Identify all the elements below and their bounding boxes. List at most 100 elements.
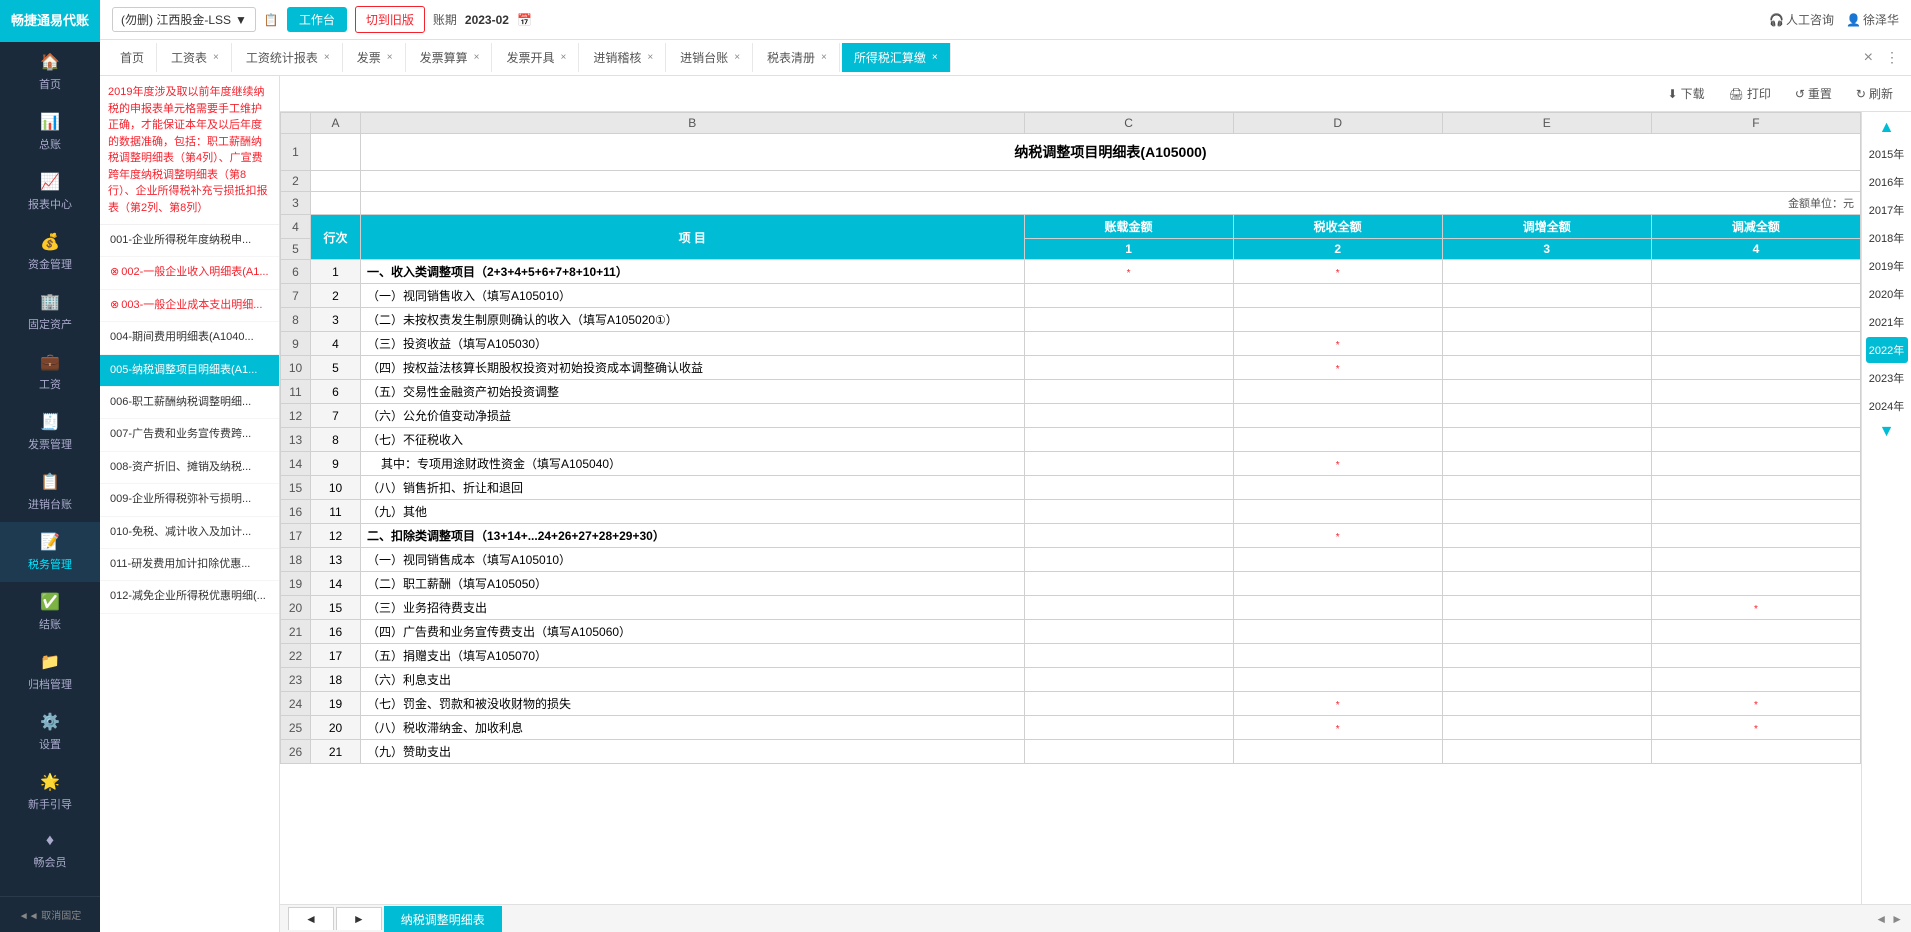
c2-14[interactable]: * [1233, 452, 1442, 476]
tab-close-invoice-calc[interactable]: × [474, 52, 480, 63]
sidebar-item-settle[interactable]: ✅ 结账 [0, 582, 100, 642]
c2-15[interactable] [1233, 476, 1442, 500]
c4-11[interactable] [1651, 380, 1860, 404]
content-10[interactable]: （四）按权益法核算长期股权投资对初始投资成本调整确认收益 [361, 356, 1025, 380]
content-18[interactable]: （一）视同销售成本（填写A105010） [361, 548, 1025, 572]
c3-23[interactable] [1442, 668, 1651, 692]
content-9[interactable]: （三）投资收益（填写A105030） [361, 332, 1025, 356]
c1-20[interactable] [1024, 596, 1233, 620]
content-12[interactable]: （六）公允价值变动净损益 [361, 404, 1025, 428]
c2-8[interactable] [1233, 308, 1442, 332]
c1-16[interactable] [1024, 500, 1233, 524]
tab-close-invoice-open[interactable]: × [560, 52, 566, 63]
table-row[interactable]: 25 20 （八）税收滞纳金、加收利息 * * [281, 716, 1861, 740]
sidebar-item-member[interactable]: ♦ 畅会员 [0, 822, 100, 880]
c3-17[interactable] [1442, 524, 1651, 548]
c3-10[interactable] [1442, 356, 1651, 380]
switch-version-button[interactable]: 切到旧版 [355, 6, 425, 33]
table-row[interactable]: 18 13 （一）视同销售成本（填写A105010） [281, 548, 1861, 572]
tab-close-purchase[interactable]: × [647, 52, 653, 63]
c2-6[interactable]: * [1233, 260, 1442, 284]
c4-21[interactable] [1651, 620, 1860, 644]
c1-22[interactable] [1024, 644, 1233, 668]
c2-16[interactable] [1233, 500, 1442, 524]
tab-close-purchase-ledger[interactable]: × [734, 52, 740, 63]
table-row[interactable]: 26 21 （九）赞助支出 [281, 740, 1861, 764]
c2-9[interactable]: * [1233, 332, 1442, 356]
year-2022[interactable]: 2022年 [1866, 337, 1908, 363]
c2-7[interactable] [1233, 284, 1442, 308]
table-row[interactable]: 20 15 （三）业务招待费支出 * [281, 596, 1861, 620]
tabbar-more-icon[interactable]: ⋮ [1881, 49, 1903, 66]
table-row[interactable]: 10 5 （四）按权益法核算长期股权投资对初始投资成本调整确认收益 * [281, 356, 1861, 380]
sidebar-item-salary[interactable]: 💼 工资 [0, 342, 100, 402]
content-15[interactable]: （八）销售折扣、折让和退回 [361, 476, 1025, 500]
content-23[interactable]: （六）利息支出 [361, 668, 1025, 692]
scroll-right-icon[interactable]: ► [1891, 912, 1903, 926]
tab-invoice-calc[interactable]: 发票算算 × [408, 43, 493, 72]
table-row[interactable]: 9 4 （三）投资收益（填写A105030） * [281, 332, 1861, 356]
content-13[interactable]: （七）不征税收入 [361, 428, 1025, 452]
c1-6[interactable]: * [1024, 260, 1233, 284]
table-row[interactable]: 12 7 （六）公允价值变动净损益 [281, 404, 1861, 428]
c3-12[interactable] [1442, 404, 1651, 428]
download-button[interactable]: ⬇ 下载 [1662, 82, 1711, 105]
tab-salary-stats[interactable]: 工资统计报表 × [234, 43, 343, 72]
c3-8[interactable] [1442, 308, 1651, 332]
sidebar-item-fixed[interactable]: 🏢 固定资产 [0, 282, 100, 342]
sidebar-item-invoice[interactable]: 🧾 发票管理 [0, 402, 100, 462]
tabbar-close-all[interactable]: × [1858, 49, 1879, 67]
sheet-tab-nav-prev[interactable]: ◄ [288, 907, 334, 930]
c4-18[interactable] [1651, 548, 1860, 572]
sheet-tab-main[interactable]: 纳税调整明细表 [384, 906, 502, 932]
content-17[interactable]: 二、扣除类调整项目（13+14+...24+26+27+28+29+30） [361, 524, 1025, 548]
c4-25[interactable]: * [1651, 716, 1860, 740]
c4-20[interactable]: * [1651, 596, 1860, 620]
table-row[interactable]: 24 19 （七）罚金、罚款和被没收财物的损失 * * [281, 692, 1861, 716]
c4-26[interactable] [1651, 740, 1860, 764]
c1-9[interactable] [1024, 332, 1233, 356]
c2-10[interactable]: * [1233, 356, 1442, 380]
c2-17[interactable]: * [1233, 524, 1442, 548]
c2-24[interactable]: * [1233, 692, 1442, 716]
table-row[interactable]: 15 10 （八）销售折扣、折让和退回 [281, 476, 1861, 500]
c2-13[interactable] [1233, 428, 1442, 452]
c2-20[interactable] [1233, 596, 1442, 620]
content-24[interactable]: （七）罚金、罚款和被没收财物的损失 [361, 692, 1025, 716]
sidebar-item-archive[interactable]: 📁 归档管理 [0, 642, 100, 702]
table-row[interactable]: 22 17 （五）捐赠支出（填写A105070） [281, 644, 1861, 668]
table-row[interactable]: 6 1 一、收入类调整项目（2+3+4+5+6+7+8+10+11） * * [281, 260, 1861, 284]
content-26[interactable]: （九）赞助支出 [361, 740, 1025, 764]
c3-15[interactable] [1442, 476, 1651, 500]
c2-21[interactable] [1233, 620, 1442, 644]
tab-invoice[interactable]: 发票 × [345, 43, 406, 72]
c1-26[interactable] [1024, 740, 1233, 764]
c4-17[interactable] [1651, 524, 1860, 548]
c3-6[interactable] [1442, 260, 1651, 284]
content-20[interactable]: （三）业务招待费支出 [361, 596, 1025, 620]
print-button[interactable]: 🖨 打印 [1723, 82, 1777, 105]
calendar-icon[interactable]: 📅 [517, 13, 532, 27]
c4-23[interactable] [1651, 668, 1860, 692]
doc-item-008[interactable]: 008-资产折旧、摊销及纳税... [100, 452, 279, 484]
tab-purchase-ledger[interactable]: 进销台账 × [668, 43, 753, 72]
c3-16[interactable] [1442, 500, 1651, 524]
c2-11[interactable] [1233, 380, 1442, 404]
c1-11[interactable] [1024, 380, 1233, 404]
sidebar-item-assets[interactable]: 💰 资金管理 [0, 222, 100, 282]
content-14[interactable]: 其中：专项用途财政性资金（填写A105040） [361, 452, 1025, 476]
c4-24[interactable]: * [1651, 692, 1860, 716]
c1-19[interactable] [1024, 572, 1233, 596]
c1-25[interactable] [1024, 716, 1233, 740]
c3-18[interactable] [1442, 548, 1651, 572]
c3-26[interactable] [1442, 740, 1651, 764]
c3-24[interactable] [1442, 692, 1651, 716]
c3-13[interactable] [1442, 428, 1651, 452]
table-row[interactable]: 11 6 （五）交易性金融资产初始投资调整 [281, 380, 1861, 404]
c2-12[interactable] [1233, 404, 1442, 428]
c2-22[interactable] [1233, 644, 1442, 668]
workbench-button[interactable]: 工作台 [287, 7, 347, 32]
c4-12[interactable] [1651, 404, 1860, 428]
tab-purchase[interactable]: 进销稽核 × [581, 43, 666, 72]
year-2023[interactable]: 2023年 [1866, 365, 1908, 391]
